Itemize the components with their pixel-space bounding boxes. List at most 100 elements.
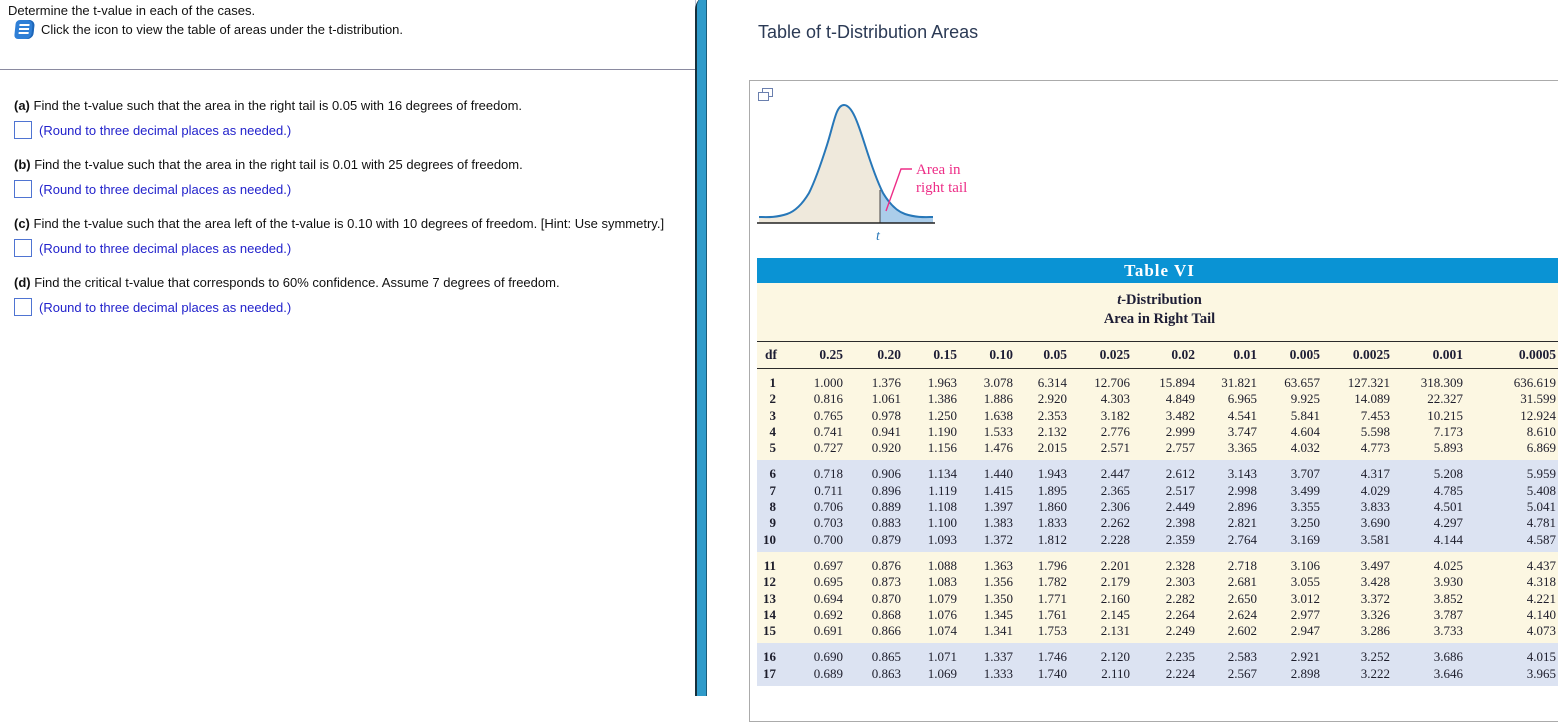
t-value-cell: 318.309 (1392, 369, 1465, 392)
column-header: 0.15 (903, 342, 959, 369)
t-value-cell: 5.893 (1392, 440, 1465, 460)
t-value-cell: 0.883 (845, 515, 903, 531)
t-value-cell: 1.071 (903, 643, 959, 665)
t-table-icon[interactable] (14, 20, 35, 39)
answer-row-a: (Round to three decimal places as needed… (14, 121, 291, 139)
t-value-cell: 2.262 (1069, 515, 1132, 531)
t-value-cell: 5.041 (1465, 499, 1558, 515)
t-value-cell: 1.069 (903, 666, 959, 686)
t-value-cell: 1.761 (1015, 607, 1069, 623)
column-header: 0.01 (1197, 342, 1259, 369)
t-value-cell: 2.681 (1197, 574, 1259, 590)
table-banner: Table VI (757, 258, 1558, 283)
df-cell: 7 (757, 483, 785, 499)
t-value-cell: 3.852 (1392, 591, 1465, 607)
exercise-prompt: Determine the t-value in each of the cas… (8, 3, 255, 18)
df-cell: 14 (757, 607, 785, 623)
section-divider (0, 69, 695, 70)
t-value-cell: 3.686 (1392, 643, 1465, 665)
t-value-cell: 1.061 (845, 391, 903, 407)
t-value-cell: 0.863 (845, 666, 903, 686)
df-cell: 13 (757, 591, 785, 607)
t-value-cell: 1.386 (903, 391, 959, 407)
t-value-cell: 0.691 (785, 623, 845, 643)
t-value-cell: 2.776 (1069, 424, 1132, 440)
t-value-cell: 1.345 (959, 607, 1015, 623)
t-value-cell: 4.032 (1259, 440, 1322, 460)
answer-input-a[interactable] (14, 121, 32, 139)
t-value-cell: 0.692 (785, 607, 845, 623)
curve-area (759, 105, 933, 223)
t-value-cell: 5.408 (1465, 483, 1558, 499)
t-value-cell: 4.144 (1392, 532, 1465, 552)
t-value-cell: 1.746 (1015, 643, 1069, 665)
df-cell: 2 (757, 391, 785, 407)
t-value-cell: 1.740 (1015, 666, 1069, 686)
t-value-cell: 5.208 (1392, 460, 1465, 482)
answer-input-d[interactable] (14, 298, 32, 316)
t-value-cell: 6.965 (1197, 391, 1259, 407)
column-header: 0.005 (1259, 342, 1322, 369)
t-table-section: Table VI t-Distribution Area in Right Ta… (757, 258, 1558, 686)
t-value-cell: 0.876 (845, 552, 903, 574)
t-value-cell: 2.920 (1015, 391, 1069, 407)
t-value-cell: 1.250 (903, 408, 959, 424)
t-value-cell: 9.925 (1259, 391, 1322, 407)
table-row-df-9: 90.7030.8831.1001.3831.8332.2622.3982.82… (757, 515, 1558, 531)
t-value-cell: 22.327 (1392, 391, 1465, 407)
t-value-cell: 4.781 (1465, 515, 1558, 531)
t-value-cell: 1.943 (1015, 460, 1069, 482)
table-row-df-12: 120.6950.8731.0831.3561.7822.1792.3032.6… (757, 574, 1558, 590)
t-value-cell: 3.499 (1259, 483, 1322, 499)
column-header: 0.001 (1392, 342, 1465, 369)
t-value-cell: 2.306 (1069, 499, 1132, 515)
question-label: (a) (14, 98, 30, 113)
t-value-cell: 1.076 (903, 607, 959, 623)
t-value-cell: 14.089 (1322, 391, 1392, 407)
t-value-cell: 1.333 (959, 666, 1015, 686)
df-cell: 16 (757, 643, 785, 665)
t-value-cell: 4.773 (1322, 440, 1392, 460)
t-value-cell: 0.741 (785, 424, 845, 440)
t-value-cell: 2.328 (1132, 552, 1197, 574)
t-value-cell: 1.190 (903, 424, 959, 440)
t-value-cell: 4.849 (1132, 391, 1197, 407)
t-value-cell: 2.650 (1197, 591, 1259, 607)
table-row-df-3: 30.7650.9781.2501.6382.3533.1823.4824.54… (757, 408, 1558, 424)
t-value-cell: 1.350 (959, 591, 1015, 607)
table-row-df-17: 170.6890.8631.0691.3331.7402.1102.2242.5… (757, 666, 1558, 686)
table-row-df-8: 80.7060.8891.1081.3971.8602.3062.4492.89… (757, 499, 1558, 515)
t-value-cell: 1.383 (959, 515, 1015, 531)
t-value-cell: 4.317 (1322, 460, 1392, 482)
t-value-cell: 2.447 (1069, 460, 1132, 482)
t-value-cell: 0.889 (845, 499, 903, 515)
t-value-cell: 1.638 (959, 408, 1015, 424)
column-header: 0.05 (1015, 342, 1069, 369)
round-note: (Round to three decimal places as needed… (39, 123, 291, 138)
round-note: (Round to three decimal places as needed… (39, 300, 291, 315)
df-cell: 10 (757, 532, 785, 552)
t-distribution-figure: Area in right tail t (755, 93, 1055, 253)
t-value-cell: 636.619 (1465, 369, 1558, 392)
t-value-cell: 15.894 (1132, 369, 1197, 392)
t-value-cell: 4.318 (1465, 574, 1558, 590)
question-label: (b) (14, 157, 31, 172)
answer-input-b[interactable] (14, 180, 32, 198)
df-cell: 15 (757, 623, 785, 643)
t-value-cell: 4.501 (1392, 499, 1465, 515)
t-value-cell: 5.959 (1465, 460, 1558, 482)
t-value-cell: 2.612 (1132, 460, 1197, 482)
table-subtitle2: Area in Right Tail (757, 311, 1558, 328)
t-value-cell: 2.896 (1197, 499, 1259, 515)
question-label: (d) (14, 275, 31, 290)
table-hint-text: Click the icon to view the table of area… (41, 20, 403, 37)
row-band: 60.7180.9061.1341.4401.9432.4472.6123.14… (757, 460, 1558, 551)
t-value-cell: 5.841 (1259, 408, 1322, 424)
t-value-cell: 3.690 (1322, 515, 1392, 531)
t-value-cell: 4.587 (1465, 532, 1558, 552)
answer-input-c[interactable] (14, 239, 32, 257)
t-value-cell: 0.870 (845, 591, 903, 607)
header-row: df0.250.200.150.100.050.0250.020.010.005… (757, 342, 1558, 369)
t-value-cell: 2.228 (1069, 532, 1132, 552)
t-value-cell: 1.119 (903, 483, 959, 499)
